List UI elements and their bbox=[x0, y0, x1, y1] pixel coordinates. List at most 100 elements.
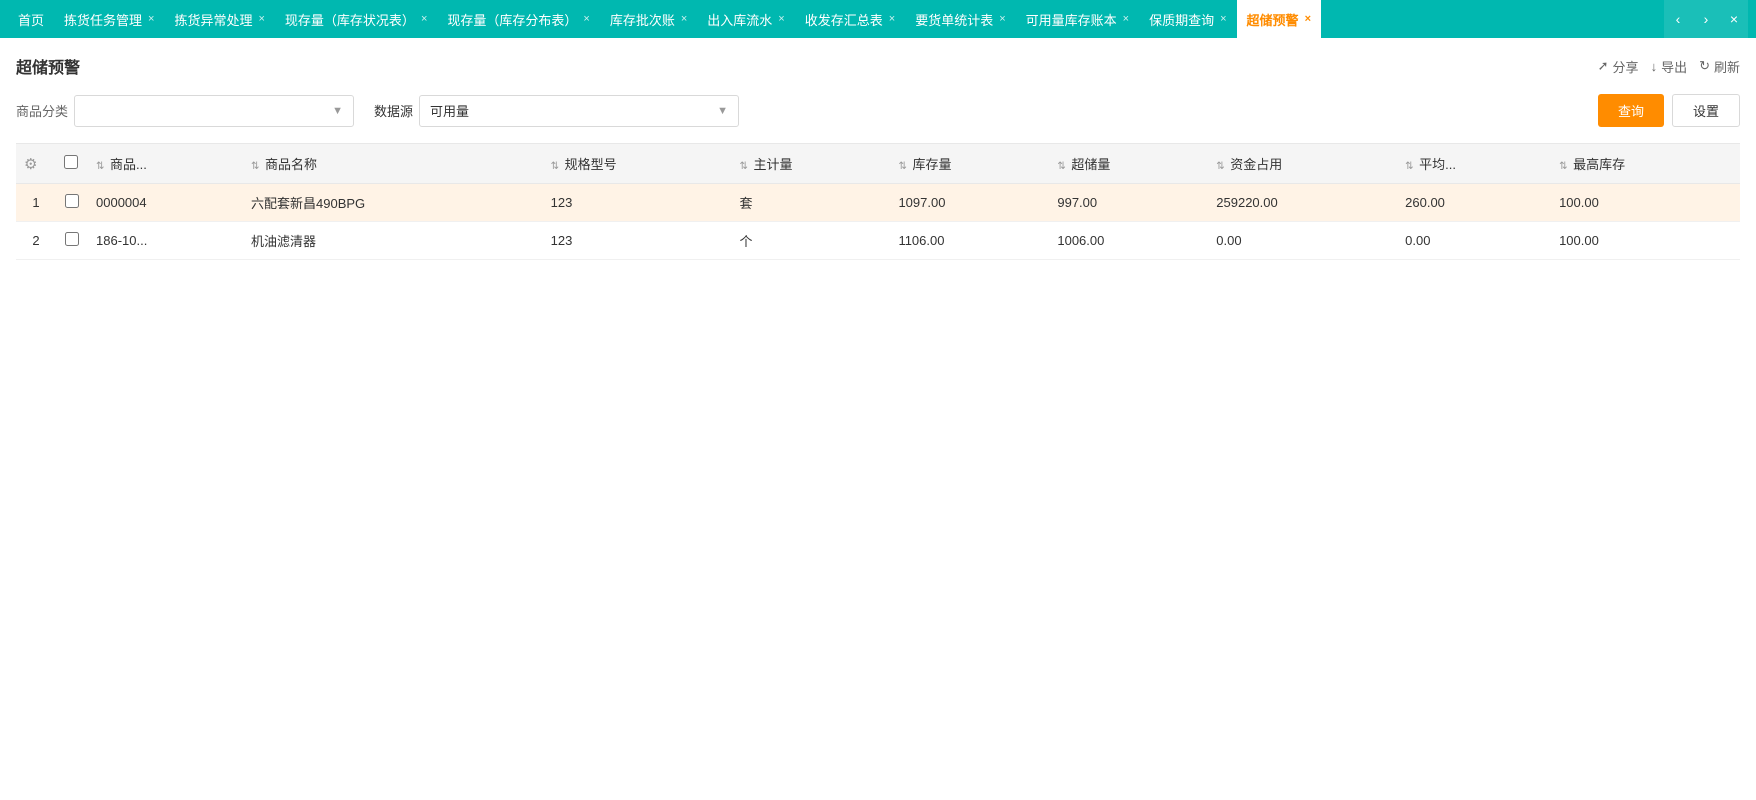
col-label-avg: 平均... bbox=[1419, 157, 1456, 172]
sort-icon-product-name: ⇅ bbox=[251, 161, 259, 172]
sort-icon-spec: ⇅ bbox=[551, 161, 559, 172]
row1-avg: 260.00 bbox=[1397, 184, 1551, 222]
col-header-unit: ⇅ 主计量 bbox=[732, 144, 891, 184]
share-button[interactable]: ➚ 分享 bbox=[1598, 57, 1639, 76]
query-button[interactable]: 查询 bbox=[1598, 94, 1664, 127]
action-buttons: 查询 设置 bbox=[1598, 94, 1740, 127]
nav-arrow-left[interactable]: ‹ bbox=[1664, 0, 1692, 38]
row1-checkbox[interactable] bbox=[65, 194, 79, 208]
export-button[interactable]: ↓ 导出 bbox=[1651, 57, 1688, 76]
nav-label-demand: 要货单统计表 bbox=[915, 10, 993, 29]
row1-product-name: 六配套新昌490BPG bbox=[243, 184, 543, 222]
nav-close-stock-status[interactable]: × bbox=[421, 13, 427, 25]
row1-spec: 123 bbox=[543, 184, 732, 222]
col-label-spec: 规格型号 bbox=[565, 157, 617, 172]
nav-close-overstock[interactable]: × bbox=[1305, 13, 1311, 25]
col-label-capital: 资金占用 bbox=[1230, 157, 1282, 172]
row1-index: 1 bbox=[16, 184, 56, 222]
nav-close-inout[interactable]: × bbox=[778, 13, 784, 25]
sort-icon-capital: ⇅ bbox=[1216, 161, 1224, 172]
nav-item-stock-status[interactable]: 现存量（库存状况表） × bbox=[275, 0, 437, 38]
row1-checkbox-cell bbox=[56, 184, 88, 222]
row2-stock: 1106.00 bbox=[890, 222, 1049, 260]
row2-checkbox[interactable] bbox=[65, 232, 79, 246]
nav-arrow-right[interactable]: › bbox=[1692, 0, 1720, 38]
nav-item-overstock[interactable]: 超储预警 × bbox=[1237, 0, 1321, 38]
col-header-product-code: ⇅ 商品... bbox=[88, 144, 243, 184]
row1-capital: 259220.00 bbox=[1208, 184, 1397, 222]
filter-row: 商品分类 ▼ 数据源 可用量 ▼ 查询 设置 bbox=[16, 94, 1740, 127]
row1-overstock: 997.00 bbox=[1049, 184, 1208, 222]
nav-close-task[interactable]: × bbox=[148, 13, 154, 25]
nav-close-batch[interactable]: × bbox=[681, 13, 687, 25]
col-header-checkbox bbox=[56, 144, 88, 184]
nav-label-inout: 出入库流水 bbox=[707, 10, 772, 29]
top-navigation: 首页 拣货任务管理 × 拣货异常处理 × 现存量（库存状况表） × 现存量（库存… bbox=[0, 0, 1756, 38]
nav-close-quality[interactable]: × bbox=[1220, 13, 1226, 25]
category-select[interactable]: ▼ bbox=[74, 95, 354, 127]
refresh-button[interactable]: ↻ 刷新 bbox=[1699, 57, 1740, 76]
settings-button[interactable]: 设置 bbox=[1672, 94, 1740, 127]
row2-max-stock: 100.00 bbox=[1551, 222, 1740, 260]
export-icon: ↓ bbox=[1651, 59, 1658, 74]
sort-icon-stock: ⇅ bbox=[898, 161, 906, 172]
nav-close-stock-dist[interactable]: × bbox=[583, 13, 589, 25]
share-icon: ➚ bbox=[1598, 58, 1609, 74]
nav-label-task: 拣货任务管理 bbox=[64, 10, 142, 29]
col-header-settings: ⚙ bbox=[16, 144, 56, 184]
col-label-product-code: 商品... bbox=[110, 157, 147, 172]
nav-item-home[interactable]: 首页 bbox=[8, 0, 54, 38]
nav-close-exception[interactable]: × bbox=[258, 13, 264, 25]
row1-stock: 1097.00 bbox=[890, 184, 1049, 222]
row1-max-stock: 100.00 bbox=[1551, 184, 1740, 222]
datasource-select[interactable]: 可用量 ▼ bbox=[419, 95, 739, 127]
nav-item-task[interactable]: 拣货任务管理 × bbox=[54, 0, 164, 38]
nav-label-stock-status: 现存量（库存状况表） bbox=[285, 10, 415, 29]
row2-capital: 0.00 bbox=[1208, 222, 1397, 260]
col-header-spec: ⇅ 规格型号 bbox=[543, 144, 732, 184]
col-header-overstock: ⇅ 超储量 bbox=[1049, 144, 1208, 184]
page-header: 超储预警 ➚ 分享 ↓ 导出 ↻ 刷新 bbox=[16, 54, 1740, 78]
sort-icon-unit: ⇅ bbox=[740, 161, 748, 172]
col-label-overstock: 超储量 bbox=[1071, 157, 1110, 172]
col-header-stock: ⇅ 库存量 bbox=[890, 144, 1049, 184]
nav-label-overstock: 超储预警 bbox=[1247, 10, 1299, 29]
nav-close-available[interactable]: × bbox=[1123, 13, 1129, 25]
row2-product-name: 机油滤清器 bbox=[243, 222, 543, 260]
nav-item-stock-dist[interactable]: 现存量（库存分布表） × bbox=[437, 0, 599, 38]
nav-item-summary[interactable]: 收发存汇总表 × bbox=[795, 0, 905, 38]
datasource-chevron-icon: ▼ bbox=[717, 105, 728, 117]
col-header-capital: ⇅ 资金占用 bbox=[1208, 144, 1397, 184]
nav-label-available: 可用量库存账本 bbox=[1026, 10, 1117, 29]
datasource-label: 数据源 bbox=[374, 101, 413, 120]
nav-arrow-close[interactable]: × bbox=[1720, 0, 1748, 38]
nav-close-summary[interactable]: × bbox=[889, 13, 895, 25]
nav-label-exception: 拣货异常处理 bbox=[174, 10, 252, 29]
sort-icon-overstock: ⇅ bbox=[1057, 161, 1065, 172]
share-label: 分享 bbox=[1613, 57, 1639, 76]
table-row: 1 0000004 六配套新昌490BPG 123 套 1097.00 997.… bbox=[16, 184, 1740, 222]
nav-item-exception[interactable]: 拣货异常处理 × bbox=[164, 0, 274, 38]
nav-label-stock-dist: 现存量（库存分布表） bbox=[447, 10, 577, 29]
col-header-max-stock: ⇅ 最高库存 bbox=[1551, 144, 1740, 184]
table-body: 1 0000004 六配套新昌490BPG 123 套 1097.00 997.… bbox=[16, 184, 1740, 260]
nav-item-inout[interactable]: 出入库流水 × bbox=[697, 0, 794, 38]
nav-close-demand[interactable]: × bbox=[999, 13, 1005, 25]
col-header-avg: ⇅ 平均... bbox=[1397, 144, 1551, 184]
datasource-value: 可用量 bbox=[430, 101, 469, 120]
nav-item-demand[interactable]: 要货单统计表 × bbox=[905, 0, 1015, 38]
row1-unit: 套 bbox=[732, 184, 891, 222]
column-settings-icon[interactable]: ⚙ bbox=[24, 156, 37, 173]
sort-icon-avg: ⇅ bbox=[1405, 161, 1413, 172]
row2-checkbox-cell bbox=[56, 222, 88, 260]
select-all-checkbox[interactable] bbox=[64, 155, 78, 169]
nav-item-quality[interactable]: 保质期查询 × bbox=[1139, 0, 1236, 38]
col-header-product-name: ⇅ 商品名称 bbox=[243, 144, 543, 184]
nav-item-available[interactable]: 可用量库存账本 × bbox=[1016, 0, 1139, 38]
nav-label-batch: 库存批次账 bbox=[610, 10, 675, 29]
row2-spec: 123 bbox=[543, 222, 732, 260]
category-chevron-icon: ▼ bbox=[332, 105, 343, 117]
nav-item-batch[interactable]: 库存批次账 × bbox=[600, 0, 697, 38]
header-actions: ➚ 分享 ↓ 导出 ↻ 刷新 bbox=[1598, 57, 1740, 76]
col-label-unit: 主计量 bbox=[754, 157, 793, 172]
